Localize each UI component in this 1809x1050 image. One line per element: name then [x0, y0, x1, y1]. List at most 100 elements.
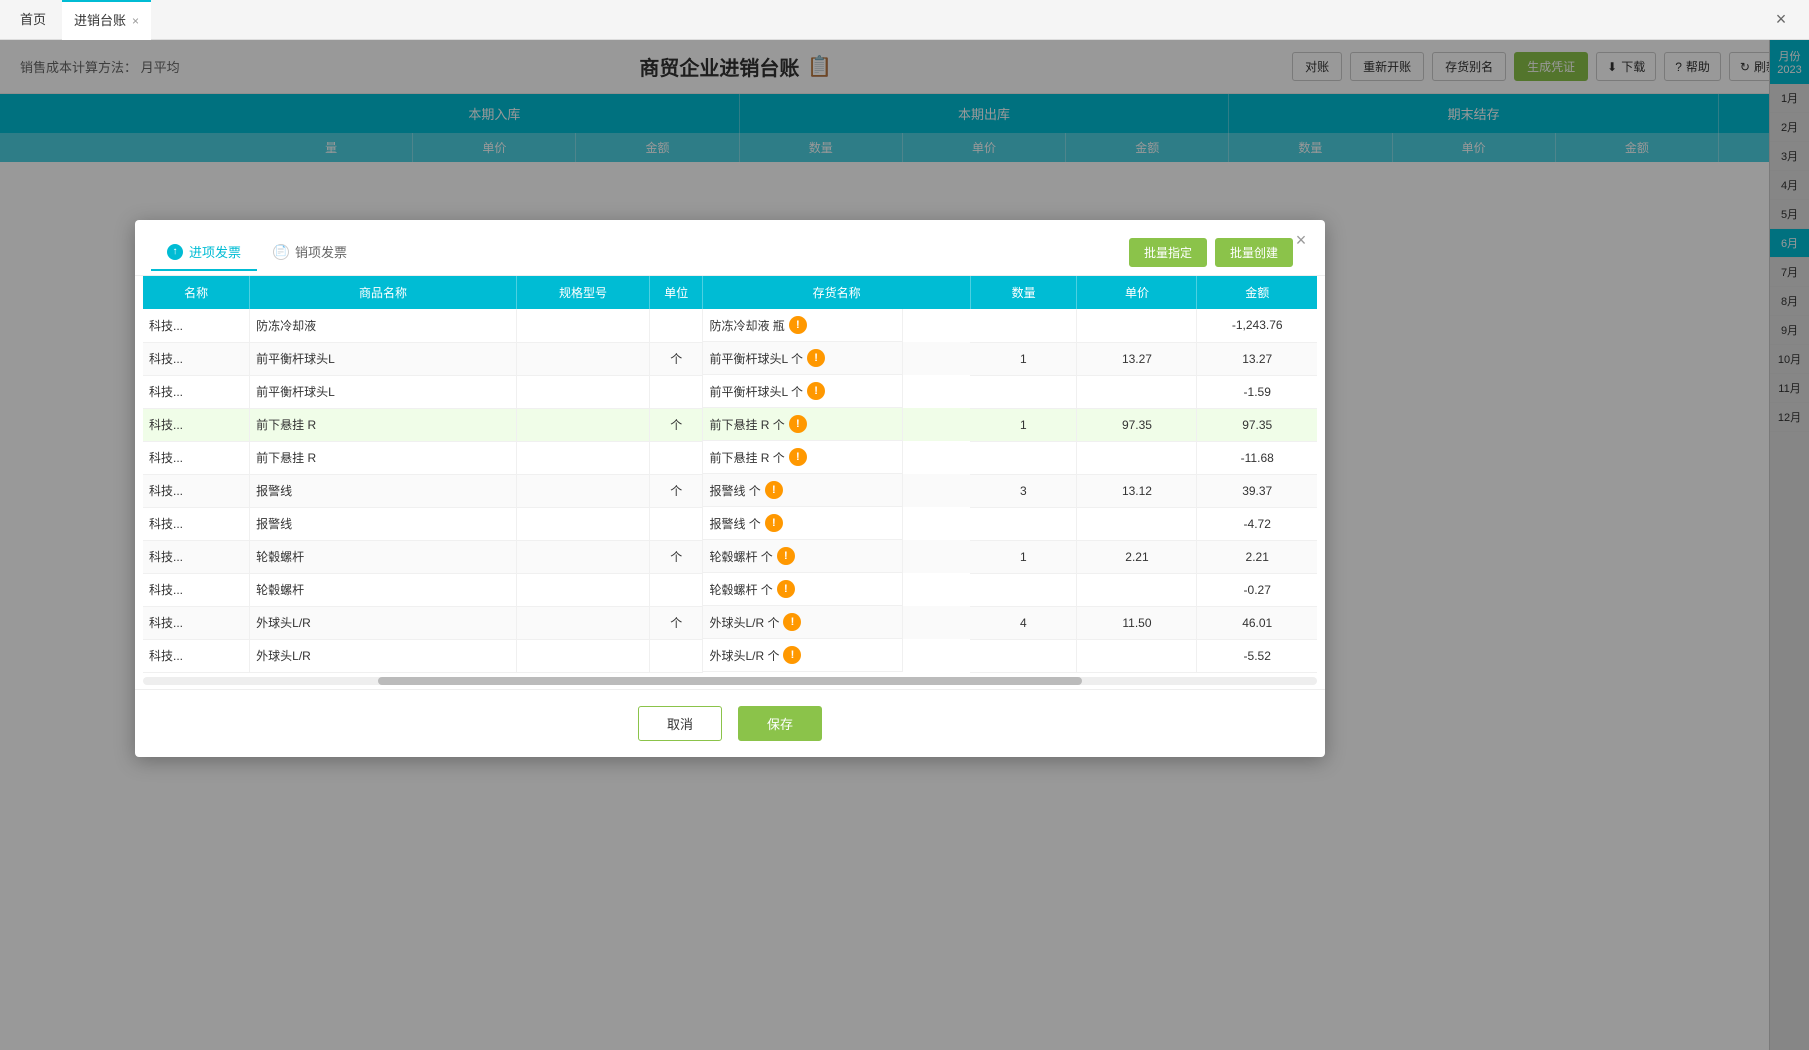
- scrollbar-thumb[interactable]: [378, 677, 1082, 685]
- table-cell: [516, 573, 649, 606]
- table-cell: [1077, 639, 1197, 672]
- warning-icon: !: [783, 646, 801, 664]
- table-cell: -4.72: [1197, 507, 1317, 540]
- invoice-in-icon: ↑: [167, 244, 183, 260]
- table-cell: [650, 639, 703, 672]
- table-cell: [970, 573, 1077, 606]
- table-cell: -1.59: [1197, 375, 1317, 408]
- table-cell: 个: [650, 342, 703, 375]
- table-cell: [516, 309, 649, 342]
- table-cell: 科技...: [143, 540, 250, 573]
- col-header-stock: 存货名称: [703, 276, 970, 309]
- table-cell: 13.27: [1077, 342, 1197, 375]
- batch-specify-button[interactable]: 批量指定: [1129, 238, 1207, 267]
- table-cell: 2.21: [1197, 540, 1317, 573]
- table-cell: 轮毂螺杆: [250, 573, 517, 606]
- dialog-close-button[interactable]: ×: [1289, 228, 1313, 252]
- table-cell: 前平衡杆球头L: [250, 342, 517, 375]
- table-cell: [1077, 309, 1197, 342]
- table-cell: 轮毂螺杆 个!: [703, 573, 903, 606]
- top-bar: 首页 进销台账 × ×: [0, 0, 1809, 40]
- table-cell: 科技...: [143, 375, 250, 408]
- table-cell: 4: [970, 606, 1077, 639]
- warning-icon: !: [783, 613, 801, 631]
- table-cell: 轮毂螺杆 个!: [703, 540, 903, 573]
- warning-icon: !: [777, 547, 795, 565]
- table-cell: 防冻冷却液: [250, 309, 517, 342]
- table-cell: 外球头L/R 个!: [703, 606, 903, 639]
- table-cell: 13.12: [1077, 474, 1197, 507]
- col-header-name: 名称: [143, 276, 250, 309]
- table-cell: [650, 441, 703, 474]
- table-row: 科技...外球头L/R外球头L/R 个!-5.52: [143, 639, 1317, 672]
- table-cell: 轮毂螺杆: [250, 540, 517, 573]
- table-cell: [1077, 441, 1197, 474]
- table-cell: 报警线: [250, 474, 517, 507]
- table-cell: 科技...: [143, 639, 250, 672]
- table-cell: 科技...: [143, 573, 250, 606]
- table-cell: [970, 639, 1077, 672]
- dialog: ↑ 进项发票 📄 销项发票 批量指定 批量创建 × 名称 商品名称: [135, 220, 1325, 757]
- batch-create-button[interactable]: 批量创建: [1215, 238, 1293, 267]
- table-cell: 个: [650, 408, 703, 441]
- table-cell: 科技...: [143, 309, 250, 342]
- table-cell: 1: [970, 342, 1077, 375]
- warning-icon: !: [807, 382, 825, 400]
- table-cell: 前平衡杆球头L: [250, 375, 517, 408]
- table-cell: [650, 375, 703, 408]
- dialog-footer: 取消 保存: [135, 689, 1325, 757]
- jinxiao-tab[interactable]: 进销台账 ×: [62, 0, 151, 40]
- home-tab[interactable]: 首页: [8, 0, 58, 40]
- table-cell: 科技...: [143, 606, 250, 639]
- table-cell: [516, 441, 649, 474]
- table-cell: 前下悬挂 R 个!: [703, 441, 903, 474]
- table-row: 科技...报警线报警线 个!-4.72: [143, 507, 1317, 540]
- warning-icon: !: [765, 514, 783, 532]
- table-cell: 2.21: [1077, 540, 1197, 573]
- table-cell: 1: [970, 540, 1077, 573]
- table-cell: [516, 507, 649, 540]
- table-cell: -0.27: [1197, 573, 1317, 606]
- table-cell: [516, 342, 649, 375]
- table-cell: 科技...: [143, 474, 250, 507]
- col-header-price: 单价: [1077, 276, 1197, 309]
- table-cell: 13.27: [1197, 342, 1317, 375]
- table-cell: [970, 507, 1077, 540]
- cancel-button[interactable]: 取消: [638, 706, 722, 741]
- table-row: 科技...外球头L/R个外球头L/R 个!411.5046.01: [143, 606, 1317, 639]
- table-cell: 科技...: [143, 441, 250, 474]
- dialog-header: ↑ 进项发票 📄 销项发票 批量指定 批量创建 ×: [135, 220, 1325, 276]
- warning-icon: !: [789, 415, 807, 433]
- col-header-spec: 规格型号: [516, 276, 649, 309]
- table-cell: [650, 507, 703, 540]
- main-content: 销售成本计算方法： 月平均 商贸企业进销台账 📋 对账 重新开账 存货别名 生成…: [0, 40, 1809, 1050]
- tab-close-icon[interactable]: ×: [132, 1, 139, 41]
- warning-icon: !: [777, 580, 795, 598]
- warning-icon: !: [789, 448, 807, 466]
- table-cell: 外球头L/R: [250, 606, 517, 639]
- dialog-table-wrapper[interactable]: 名称 商品名称 规格型号 单位 存货名称 数量 单价 金额 科技...防冻冷却液…: [143, 276, 1317, 673]
- table-cell: [1077, 507, 1197, 540]
- table-cell: 报警线: [250, 507, 517, 540]
- tab-invoice-in[interactable]: ↑ 进项发票: [151, 234, 257, 271]
- table-cell: 外球头L/R 个!: [703, 639, 903, 672]
- table-cell: 97.35: [1197, 408, 1317, 441]
- table-cell: 科技...: [143, 507, 250, 540]
- table-cell: [970, 441, 1077, 474]
- table-cell: [516, 540, 649, 573]
- window-close-button[interactable]: ×: [1761, 0, 1801, 40]
- table-row: 科技...前下悬挂 R前下悬挂 R 个!-11.68: [143, 441, 1317, 474]
- col-header-unit: 单位: [650, 276, 703, 309]
- col-header-qty: 数量: [970, 276, 1077, 309]
- table-cell: 前下悬挂 R: [250, 408, 517, 441]
- table-row: 科技...轮毂螺杆个轮毂螺杆 个!12.212.21: [143, 540, 1317, 573]
- table-row: 科技...前下悬挂 R个前下悬挂 R 个!197.3597.35: [143, 408, 1317, 441]
- col-header-amount: 金额: [1197, 276, 1317, 309]
- table-cell: -5.52: [1197, 639, 1317, 672]
- save-button[interactable]: 保存: [738, 706, 822, 741]
- table-row: 科技...前平衡杆球头L前平衡杆球头L 个!-1.59: [143, 375, 1317, 408]
- table-cell: [970, 309, 1077, 342]
- tab-invoice-out[interactable]: 📄 销项发票: [257, 234, 363, 271]
- table-header-row: 名称 商品名称 规格型号 单位 存货名称 数量 单价 金额: [143, 276, 1317, 309]
- horizontal-scrollbar[interactable]: [143, 677, 1317, 685]
